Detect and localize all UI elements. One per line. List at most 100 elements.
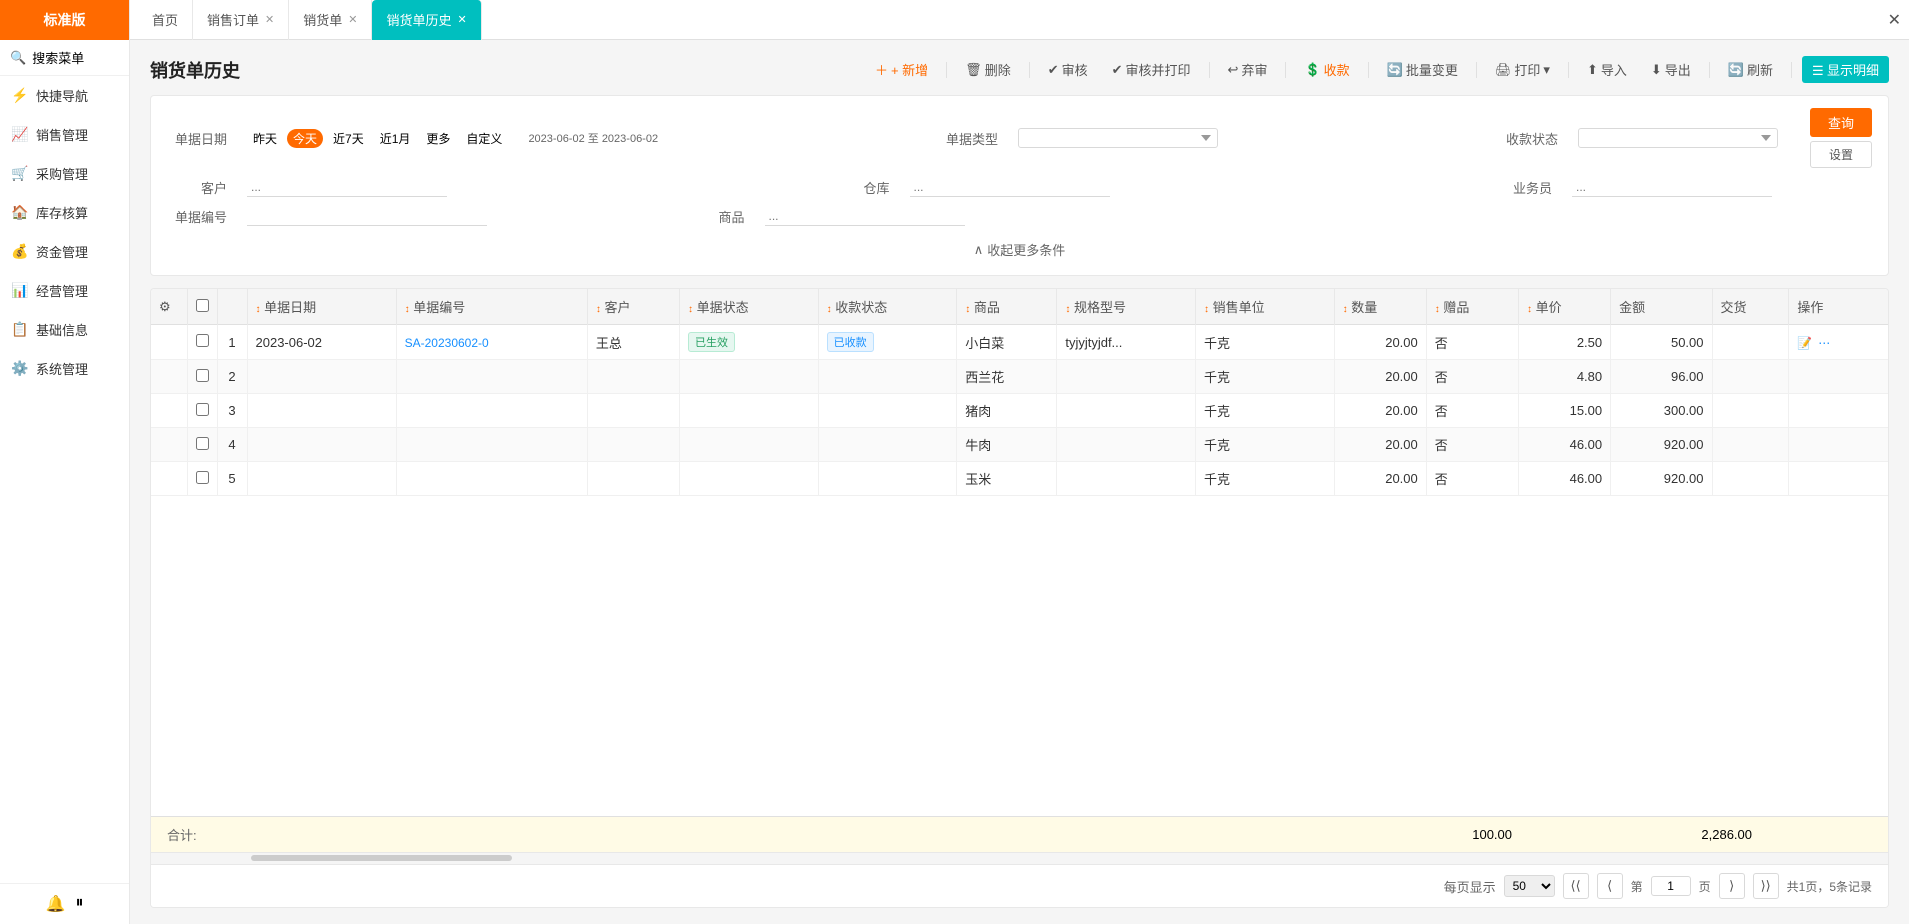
select-all-checkbox[interactable] xyxy=(196,299,209,312)
tab-sales-order-close[interactable]: ✕ xyxy=(265,13,274,26)
delete-button[interactable]: 🗑 删除 xyxy=(957,56,1019,83)
collect-button[interactable]: 💲 收款 xyxy=(1296,56,1357,83)
filter-row-1: 单据日期 昨天 今天 近7天 近1月 更多 自定义 2023-06-02 至 2… xyxy=(167,108,1872,168)
td-product: 小白菜 xyxy=(957,325,1057,360)
doc-no-input[interactable] xyxy=(247,207,487,226)
date-chip-today[interactable]: 今天 xyxy=(287,129,323,148)
td-gear xyxy=(151,325,187,360)
abandon-icon: ↩ xyxy=(1228,62,1239,78)
row-checkbox[interactable] xyxy=(196,403,209,416)
sort-icon: ↕ xyxy=(965,304,970,315)
th-unit-price[interactable]: ↕ 单价 xyxy=(1518,289,1610,325)
review-icon: ✔ xyxy=(1048,62,1059,78)
row-checkbox[interactable] xyxy=(196,369,209,382)
td-product: 牛肉 xyxy=(957,428,1057,462)
tab-sales-history-label: 销货单历史 xyxy=(386,10,451,29)
last-page-button[interactable]: ⟩⟩ xyxy=(1753,873,1779,899)
prev-page-button[interactable]: ⟨ xyxy=(1597,873,1623,899)
settings-button[interactable]: 设置 xyxy=(1810,141,1872,168)
sidebar-item-quick-nav[interactable]: ⚡ 快捷导航 xyxy=(0,76,129,115)
th-doc-no[interactable]: ↕ 单据编号 xyxy=(396,289,587,325)
date-chip-custom[interactable]: 自定义 xyxy=(460,129,508,148)
th-doc-status[interactable]: ↕ 单据状态 xyxy=(680,289,819,325)
next-page-button[interactable]: ⟩ xyxy=(1719,873,1745,899)
warehouse-input[interactable] xyxy=(910,178,1110,197)
date-chip-more[interactable]: 更多 xyxy=(420,129,456,148)
date-chip-7days[interactable]: 近7天 xyxy=(327,129,370,148)
sidebar-footer-icon2[interactable]: ⏸ xyxy=(75,894,83,914)
import-button[interactable]: ⬆ 导入 xyxy=(1579,56,1635,83)
td-action xyxy=(1789,360,1888,394)
product-label: 商品 xyxy=(685,207,745,226)
td-gear xyxy=(151,360,187,394)
sidebar-footer-icon1[interactable]: 🔔 xyxy=(46,894,66,914)
th-doc-date[interactable]: ↕ 单据日期 xyxy=(247,289,396,325)
system-mgmt-icon: ⚙️ xyxy=(12,361,28,377)
doc-type-select[interactable] xyxy=(1018,128,1218,148)
sidebar-item-purchase-mgmt[interactable]: 🛒 采购管理 xyxy=(0,154,129,193)
td-spec: tyjyjtyjdf... xyxy=(1057,325,1196,360)
tab-sales-delivery-close[interactable]: ✕ xyxy=(348,13,357,26)
td-gift: 否 xyxy=(1426,428,1518,462)
sidebar-item-inventory[interactable]: 🏠 库存核算 xyxy=(0,193,129,232)
batch-change-button[interactable]: 🔄 批量变更 xyxy=(1379,56,1466,83)
th-customer[interactable]: ↕ 客户 xyxy=(587,289,679,325)
row-checkbox[interactable] xyxy=(196,437,209,450)
close-all-tabs-btn[interactable]: ✕ xyxy=(1888,10,1901,30)
row-checkbox[interactable] xyxy=(196,471,209,484)
collapse-filter-button[interactable]: ∧ 收起更多条件 xyxy=(970,236,1070,263)
tab-home[interactable]: 首页 xyxy=(138,0,193,40)
page-number-input[interactable] xyxy=(1651,876,1691,896)
th-pay-status[interactable]: ↕ 收款状态 xyxy=(818,289,957,325)
print-button[interactable]: 🖨 打印 ▾ xyxy=(1487,56,1558,83)
td-customer xyxy=(587,428,679,462)
customer-label: 客户 xyxy=(167,178,227,197)
basic-info-icon: 📋 xyxy=(12,322,28,338)
th-spec[interactable]: ↕ 规格型号 xyxy=(1057,289,1196,325)
page-header: 销货单历史 ＋ + 新增 🗑 删除 ✔ 审核 ✔ 审核并打印 xyxy=(150,56,1889,83)
review-print-button[interactable]: ✔ 审核并打印 xyxy=(1104,56,1199,83)
sidebar-item-operations[interactable]: 📊 经营管理 xyxy=(0,271,129,310)
tab-sales-order[interactable]: 销售订单 ✕ xyxy=(193,0,289,40)
th-gear[interactable]: ⚙ xyxy=(151,289,187,325)
refresh-button[interactable]: 🔄 刷新 xyxy=(1720,56,1781,83)
export-button[interactable]: ⬇ 导出 xyxy=(1643,56,1699,83)
query-button[interactable]: 查询 xyxy=(1810,108,1872,137)
date-chip-yesterday[interactable]: 昨天 xyxy=(247,129,283,148)
customer-input[interactable] xyxy=(247,178,447,197)
page-size-label: 每页显示 xyxy=(1444,877,1496,896)
tab-sales-history-close[interactable]: ✕ xyxy=(458,13,467,26)
abandon-button[interactable]: ↩ 弃审 xyxy=(1220,56,1276,83)
sidebar-search[interactable]: 🔍 搜索菜单 xyxy=(0,40,129,76)
sidebar: 标准版 🔍 搜索菜单 ⚡ 快捷导航 📈 销售管理 🛒 采购管理 🏠 库存核算 💰… xyxy=(0,0,130,924)
td-qty: 20.00 xyxy=(1334,462,1426,496)
doc-no-link[interactable]: SA-20230602-0 xyxy=(405,336,489,350)
more-link[interactable]: ⋯ xyxy=(1818,336,1830,350)
sidebar-item-system-mgmt[interactable]: ⚙️ 系统管理 xyxy=(0,349,129,388)
first-page-button[interactable]: ⟨⟨ xyxy=(1563,873,1589,899)
pay-status-select[interactable] xyxy=(1578,128,1778,148)
add-button[interactable]: ＋ + 新增 xyxy=(867,56,936,83)
th-gift[interactable]: ↕ 赠品 xyxy=(1426,289,1518,325)
sidebar-item-basic-info[interactable]: 📋 基础信息 xyxy=(0,310,129,349)
page-size-select[interactable]: 50 100 200 xyxy=(1504,875,1555,897)
row-checkbox[interactable] xyxy=(196,334,209,347)
product-input[interactable] xyxy=(765,207,965,226)
tab-sales-history[interactable]: 销货单历史 ✕ xyxy=(372,0,481,40)
th-amount[interactable]: 金额 xyxy=(1611,289,1712,325)
tab-sales-delivery[interactable]: 销货单 ✕ xyxy=(289,0,372,40)
show-detail-button[interactable]: ☰ 显示明细 xyxy=(1802,56,1889,83)
td-gift: 否 xyxy=(1426,462,1518,496)
th-qty[interactable]: ↕ 数量 xyxy=(1334,289,1426,325)
staff-input[interactable] xyxy=(1572,178,1772,197)
sidebar-item-sales-mgmt[interactable]: 📈 销售管理 xyxy=(0,115,129,154)
operations-icon: 📊 xyxy=(12,283,28,299)
review-button[interactable]: ✔ 审核 xyxy=(1040,56,1096,83)
date-chip-1month[interactable]: 近1月 xyxy=(374,129,417,148)
divider3 xyxy=(1209,62,1210,78)
th-unit[interactable]: ↕ 销售单位 xyxy=(1195,289,1334,325)
td-unit-price: 2.50 xyxy=(1518,325,1610,360)
sidebar-item-finance[interactable]: 💰 资金管理 xyxy=(0,232,129,271)
edit-link[interactable]: 📝 xyxy=(1797,336,1812,350)
th-product[interactable]: ↕ 商品 xyxy=(957,289,1057,325)
